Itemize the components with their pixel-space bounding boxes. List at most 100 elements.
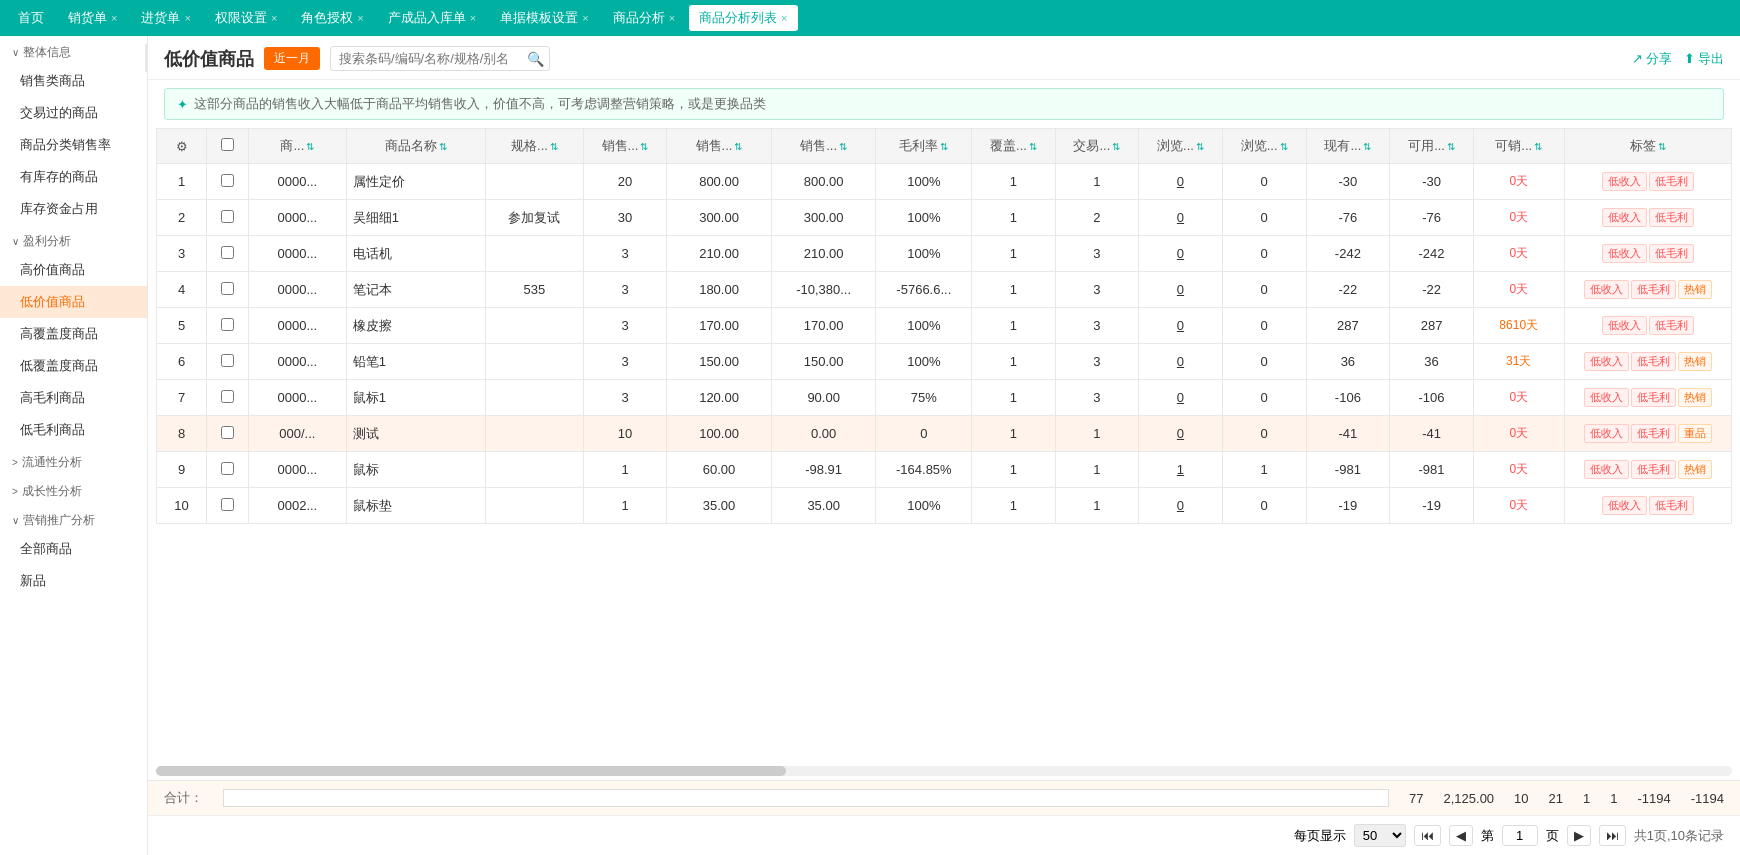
cell-trade: 3 [1055,272,1138,308]
next-page-button[interactable]: ▶ [1567,825,1591,846]
prev-page-button[interactable]: ◀ [1449,825,1473,846]
nav-close-icon[interactable]: × [184,12,190,24]
page-size-select[interactable]: 50 100 [1354,824,1406,847]
sidebar-group-盈利分析[interactable]: ∨ 盈利分析 [0,225,147,254]
sidebar-item-高覆盖度商品[interactable]: 高覆盖度商品 [0,318,147,350]
sidebar-item-低覆盖度商品[interactable]: 低覆盖度商品 [0,350,147,382]
sort-icon-sale_price[interactable]: ⇅ [734,141,742,152]
sidebar-item-全部商品[interactable]: 全部商品 [0,533,147,565]
nav-close-icon[interactable]: × [111,12,117,24]
nav-close-icon[interactable]: × [781,12,787,24]
row-checkbox[interactable] [221,462,234,475]
nav-close-icon[interactable]: × [582,12,588,24]
table-row: 30000...电话机3210.00210.00100%1300-242-242… [157,236,1732,272]
row-checkbox[interactable] [221,282,234,295]
cell-view1[interactable]: 0 [1139,272,1223,308]
cell-spec: 535 [486,272,584,308]
sort-icon-spec[interactable]: ⇅ [550,141,558,152]
sidebar-group-营销推广分析[interactable]: ∨ 营销推广分析 [0,504,147,533]
sort-icon-coverage[interactable]: ⇅ [1029,141,1037,152]
cell-sale_price: 180.00 [667,272,772,308]
sidebar-item-库存资金占用[interactable]: 库存资金占用 [0,193,147,225]
search-input[interactable] [330,46,550,71]
sidebar-item-有库存的商品[interactable]: 有库存的商品 [0,161,147,193]
nav-item-进货单[interactable]: 进货单× [131,5,200,31]
sidebar-item-高毛利商品[interactable]: 高毛利商品 [0,382,147,414]
cell-view1[interactable]: 0 [1139,416,1223,452]
nav-item-商品分析列表[interactable]: 商品分析列表× [689,5,797,31]
sort-icon-avail[interactable]: ⇅ [1447,141,1455,152]
row-checkbox[interactable] [221,498,234,511]
nav-close-icon[interactable]: × [271,12,277,24]
sidebar-item-低毛利商品[interactable]: 低毛利商品 [0,414,147,446]
nav-item-首页[interactable]: 首页 [8,5,54,31]
nav-item-商品分析[interactable]: 商品分析× [603,5,685,31]
export-button[interactable]: ⬆ 导出 [1684,50,1724,68]
cell-view1[interactable]: 0 [1139,236,1223,272]
sort-icon-sale_amount[interactable]: ⇅ [839,141,847,152]
first-page-button[interactable]: ⏮ [1414,825,1441,846]
nav-close-icon[interactable]: × [357,12,363,24]
sort-icon-stock[interactable]: ⇅ [1363,141,1371,152]
last-page-button[interactable]: ⏭ [1599,825,1626,846]
cell-view1[interactable]: 0 [1139,344,1223,380]
sort-icon-name[interactable]: ⇅ [439,141,447,152]
cell-name: 鼠标1 [346,380,485,416]
sort-icon-view2[interactable]: ⇅ [1280,141,1288,152]
sort-icon-trade[interactable]: ⇅ [1112,141,1120,152]
sort-icon-margin[interactable]: ⇅ [940,141,948,152]
share-button[interactable]: ↗ 分享 [1632,50,1672,68]
cell-code: 0000... [249,308,347,344]
cell-view1[interactable]: 0 [1139,488,1223,524]
nav-item-角色授权[interactable]: 角色授权× [291,5,373,31]
sidebar-item-新品[interactable]: 新品 [0,565,147,597]
sidebar-group-成长性分析[interactable]: > 成长性分析 [0,475,147,504]
row-checkbox[interactable] [221,318,234,331]
sort-icon-tag[interactable]: ⇅ [1658,141,1666,152]
nav-item-单据模板设置[interactable]: 单据模板设置× [490,5,598,31]
cell-view1[interactable]: 0 [1139,380,1223,416]
cell-sale_amount: 170.00 [771,308,876,344]
nav-close-icon[interactable]: × [470,12,476,24]
row-checkbox[interactable] [221,174,234,187]
sort-icon-view1[interactable]: ⇅ [1196,141,1204,152]
cell-view1[interactable]: 0 [1139,308,1223,344]
sort-icon-code[interactable]: ⇅ [306,141,314,152]
filter-button[interactable]: 近一月 [264,47,320,70]
sort-icon-sale_qty[interactable]: ⇅ [640,141,648,152]
sidebar-item-交易过的商品[interactable]: 交易过的商品 [0,97,147,129]
scrollbar-thumb[interactable] [156,766,786,776]
table-header: ⚙商...⇅商品名称⇅规格...⇅销售...⇅销售...⇅销售...⇅毛利率⇅覆… [157,129,1732,164]
settings-icon[interactable]: ⚙ [176,139,188,154]
table-wrap[interactable]: ⚙商...⇅商品名称⇅规格...⇅销售...⇅销售...⇅销售...⇅毛利率⇅覆… [148,128,1740,766]
sidebar-group-整体信息[interactable]: ∨ 整体信息 [0,36,147,65]
nav-close-icon[interactable]: × [669,12,675,24]
select-all-checkbox[interactable] [221,138,234,151]
nav-item-产成品入库单[interactable]: 产成品入库单× [378,5,486,31]
sidebar-item-低价值商品[interactable]: 低价值商品 [0,286,147,318]
cell-spec [486,488,584,524]
cell-view1[interactable]: 0 [1139,164,1223,200]
cell-view1[interactable]: 1 [1139,452,1223,488]
table-row: 70000...鼠标13120.0090.0075%1300-106-1060天… [157,380,1732,416]
nav-item-销货单[interactable]: 销货单× [58,5,127,31]
sidebar-item-销售类商品[interactable]: 销售类商品 [0,65,147,97]
sidebar-item-商品分类销售率[interactable]: 商品分类销售率 [0,129,147,161]
cell-view1[interactable]: 0 [1139,200,1223,236]
sort-icon-sellable[interactable]: ⇅ [1534,141,1542,152]
row-checkbox[interactable] [221,354,234,367]
row-checkbox[interactable] [221,390,234,403]
arrow-icon: ∨ [12,236,19,247]
row-checkbox[interactable] [221,210,234,223]
collapse-button[interactable]: « [145,44,148,72]
cell-coverage: 1 [972,272,1055,308]
page-number-input[interactable] [1502,825,1538,846]
nav-item-权限设置[interactable]: 权限设置× [205,5,287,31]
horizontal-scrollbar[interactable] [156,766,1732,776]
row-checkbox[interactable] [221,426,234,439]
sidebar-item-高价值商品[interactable]: 高价值商品 [0,254,147,286]
sidebar-group-流通性分析[interactable]: > 流通性分析 [0,446,147,475]
row-checkbox[interactable] [221,246,234,259]
col-header-checkbox[interactable] [207,129,249,164]
col-header-settings[interactable]: ⚙ [157,129,207,164]
